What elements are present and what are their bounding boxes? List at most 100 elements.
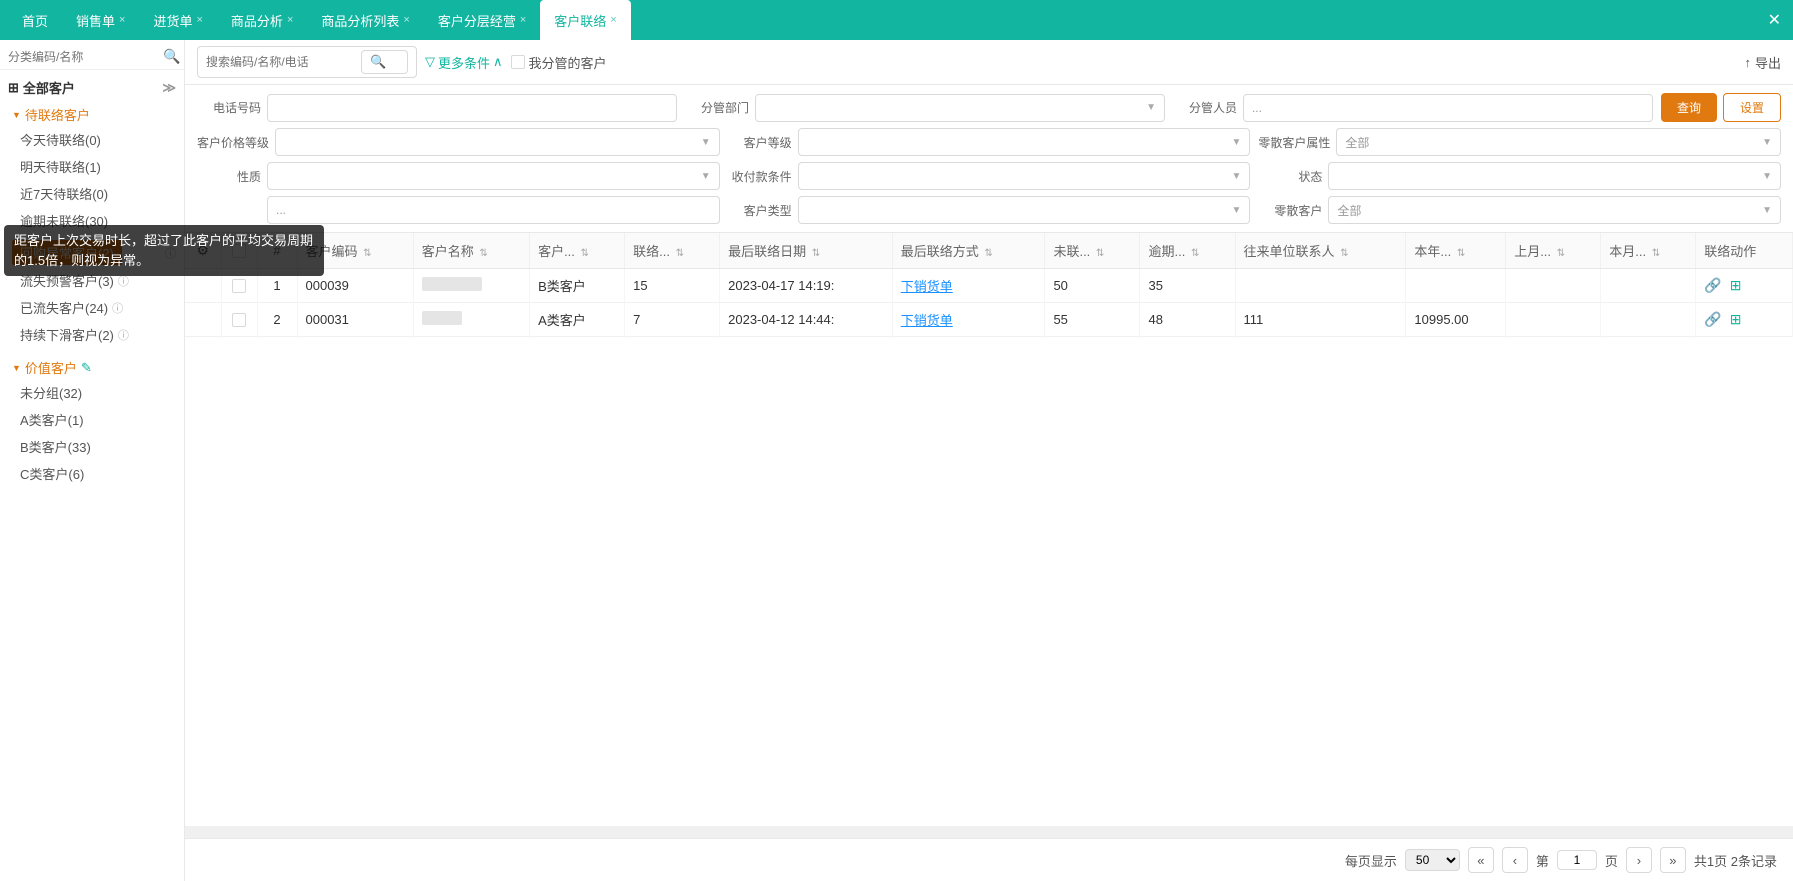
filter-customer-type-select[interactable]: ▼ bbox=[798, 196, 1251, 224]
filter-customer-grade-select[interactable]: ▼ bbox=[798, 128, 1251, 156]
retail-attr-chevron-down-icon: ▼ bbox=[1762, 137, 1772, 148]
nav-product-analysis-close[interactable]: × bbox=[287, 14, 293, 26]
pagination-bar: 每页显示 50 100 200 « ‹ 第 页 › » 共1页 2条记录 bbox=[185, 838, 1793, 881]
nav-purchase-close[interactable]: × bbox=[196, 14, 202, 26]
th-this-year[interactable]: 本年... ⇅ bbox=[1406, 233, 1506, 269]
filter-phone-input[interactable] bbox=[267, 94, 677, 122]
filter-manager-field: 分管人员 ... bbox=[1173, 94, 1653, 122]
row1-link-icon[interactable]: 🔗 bbox=[1704, 277, 1721, 294]
filter-extra-select[interactable]: ... bbox=[267, 196, 720, 224]
filter-extra-field: ... bbox=[197, 196, 720, 224]
sort-type-icon: ⇅ bbox=[984, 248, 992, 259]
page-number-input[interactable] bbox=[1557, 850, 1597, 870]
advanced-filter-panel: 电话号码 分管部门 ▼ 分管人员 ... bbox=[185, 85, 1793, 233]
nav-sales[interactable]: 销售单 × bbox=[62, 0, 139, 40]
th-last-type[interactable]: 最后联络方式 ⇅ bbox=[892, 233, 1045, 269]
first-page-button[interactable]: « bbox=[1468, 847, 1494, 873]
sort-name-icon: ⇅ bbox=[479, 248, 487, 259]
filter-dept-select[interactable]: ▼ bbox=[755, 94, 1165, 122]
sidebar-item-churned[interactable]: 已流失客户(24) ⓘ bbox=[0, 294, 184, 321]
filter-bar: 🔍 ▽ 更多条件 ∧ 我分管的客户 ↑ 导出 bbox=[185, 40, 1793, 85]
sidebar-item-b-class[interactable]: B类客户(33) bbox=[0, 433, 184, 460]
th-uncontacted[interactable]: 未联... ⇅ bbox=[1045, 233, 1140, 269]
settings-button[interactable]: 设置 bbox=[1723, 93, 1781, 122]
filter-payment-field: 收付款条件 ▼ bbox=[728, 162, 1251, 190]
sidebar-collapse-icon[interactable]: ≫ bbox=[162, 80, 176, 96]
row1-last-date: 2023-04-17 14:19: bbox=[720, 269, 893, 303]
th-last-month[interactable]: 上月... ⇅ bbox=[1506, 233, 1601, 269]
next-page-button[interactable]: › bbox=[1626, 847, 1652, 873]
sidebar-item-ungroup[interactable]: 未分组(32) bbox=[0, 379, 184, 406]
filter-nature-select[interactable]: ▼ bbox=[267, 162, 720, 190]
nav-customer-segment-close[interactable]: × bbox=[520, 14, 526, 26]
row1-contact: 15 bbox=[625, 269, 720, 303]
churned-info-icon: ⓘ bbox=[112, 300, 123, 316]
row2-contact: 7 bbox=[625, 303, 720, 337]
more-filters-button[interactable]: ▽ 更多条件 ∧ bbox=[425, 53, 503, 72]
page-size-select[interactable]: 50 100 200 bbox=[1405, 849, 1460, 871]
last-page-button[interactable]: » bbox=[1660, 847, 1686, 873]
row2-unit-contact: 111 bbox=[1235, 303, 1406, 337]
sidebar-item-today[interactable]: 今天待联络(0) bbox=[0, 126, 184, 153]
row2-last-type[interactable]: 下销货单 bbox=[892, 303, 1045, 337]
filter-payment-select[interactable]: ▼ bbox=[798, 162, 1251, 190]
th-overdue[interactable]: 逾期... ⇅ bbox=[1140, 233, 1235, 269]
prev-page-button[interactable]: ‹ bbox=[1502, 847, 1528, 873]
row2-grid-icon[interactable]: ⊞ bbox=[1730, 311, 1742, 328]
th-name[interactable]: 客户名称 ⇅ bbox=[413, 233, 529, 269]
nav-sales-close[interactable]: × bbox=[119, 14, 125, 26]
sidebar-item-7days[interactable]: 近7天待联络(0) bbox=[0, 180, 184, 207]
nav-customer-contact[interactable]: 客户联络 × bbox=[540, 0, 630, 40]
sidebar-item-c-class[interactable]: C类客户(6) bbox=[0, 460, 184, 487]
row1-checkbox[interactable] bbox=[232, 279, 246, 293]
filter-status-select[interactable]: ▼ bbox=[1328, 162, 1781, 190]
table-row: 2 000031 A类客户 7 2023-04-12 14:44: 下销货单 5… bbox=[185, 303, 1793, 337]
filter-price-grade-select[interactable]: ▼ bbox=[275, 128, 720, 156]
nav-product-analysis[interactable]: 商品分析 × bbox=[217, 0, 307, 40]
th-last-date[interactable]: 最后联络日期 ⇅ bbox=[720, 233, 893, 269]
nav-customer-segment[interactable]: 客户分层经营 × bbox=[424, 0, 540, 40]
filter-price-grade-field: 客户价格等级 ▼ bbox=[197, 128, 720, 156]
th-this-month[interactable]: 本月... ⇅ bbox=[1601, 233, 1696, 269]
nav-home[interactable]: 首页 bbox=[8, 0, 62, 40]
row2-grade: A类客户 bbox=[530, 303, 625, 337]
row2-checkbox[interactable] bbox=[232, 313, 246, 327]
filter-search-input[interactable] bbox=[206, 55, 361, 69]
filter-row-3: 性质 ▼ 收付款条件 ▼ 状态 bbox=[197, 162, 1781, 190]
filter-customer-grade-field: 客户等级 ▼ bbox=[728, 128, 1251, 156]
nav-product-analysis-list[interactable]: 商品分析列表 × bbox=[307, 0, 423, 40]
horizontal-scrollbar[interactable] bbox=[185, 826, 1793, 838]
query-button[interactable]: 查询 bbox=[1661, 93, 1717, 122]
my-customer-checkbox[interactable] bbox=[511, 55, 525, 69]
nav-customer-contact-close[interactable]: × bbox=[610, 14, 616, 26]
export-button[interactable]: ↑ 导出 bbox=[1744, 53, 1781, 72]
th-contact[interactable]: 联络... ⇅ bbox=[625, 233, 720, 269]
row1-grade: B类客户 bbox=[530, 269, 625, 303]
row1-this-year bbox=[1406, 269, 1506, 303]
row1-name bbox=[413, 269, 529, 303]
row2-link-icon[interactable]: 🔗 bbox=[1704, 311, 1721, 328]
nav-purchase[interactable]: 进货单 × bbox=[139, 0, 216, 40]
sidebar-item-tomorrow[interactable]: 明天待联络(1) bbox=[0, 153, 184, 180]
nav-product-analysis-list-close[interactable]: × bbox=[403, 14, 409, 26]
sort-uncontacted-icon: ⇅ bbox=[1096, 248, 1104, 259]
sort-this-year-icon: ⇅ bbox=[1457, 248, 1465, 259]
filter-retail-attr-select[interactable]: 全部 ▼ bbox=[1336, 128, 1781, 156]
sidebar-item-declining[interactable]: 持续下滑客户(2) ⓘ bbox=[0, 321, 184, 348]
row1-action-icons: 🔗 ⊞ bbox=[1704, 277, 1784, 294]
chevron-up-icon: ∧ bbox=[493, 54, 503, 70]
sidebar-group-waiting: 待联络客户 bbox=[0, 101, 184, 126]
sort-overdue-icon: ⇅ bbox=[1191, 248, 1199, 259]
filter-manager-select[interactable]: ... bbox=[1243, 94, 1653, 122]
sidebar-item-a-class[interactable]: A类客户(1) bbox=[0, 406, 184, 433]
filter-retail-customer-select[interactable]: 全部 ▼ bbox=[1328, 196, 1781, 224]
th-grade[interactable]: 客户... ⇅ bbox=[530, 233, 625, 269]
row1-last-type[interactable]: 下销货单 bbox=[892, 269, 1045, 303]
th-unit-contact[interactable]: 往来单位联系人 ⇅ bbox=[1235, 233, 1406, 269]
window-close-button[interactable]: ✕ bbox=[1768, 10, 1781, 30]
row1-grid-icon[interactable]: ⊞ bbox=[1730, 277, 1742, 294]
sidebar-search-input[interactable] bbox=[8, 50, 163, 64]
filter-row-2: 客户价格等级 ▼ 客户等级 ▼ 零散客户属性 全部 bbox=[197, 128, 1781, 156]
value-group-edit-icon[interactable]: ✎ bbox=[81, 360, 92, 376]
filter-icon: ▽ bbox=[425, 54, 435, 70]
